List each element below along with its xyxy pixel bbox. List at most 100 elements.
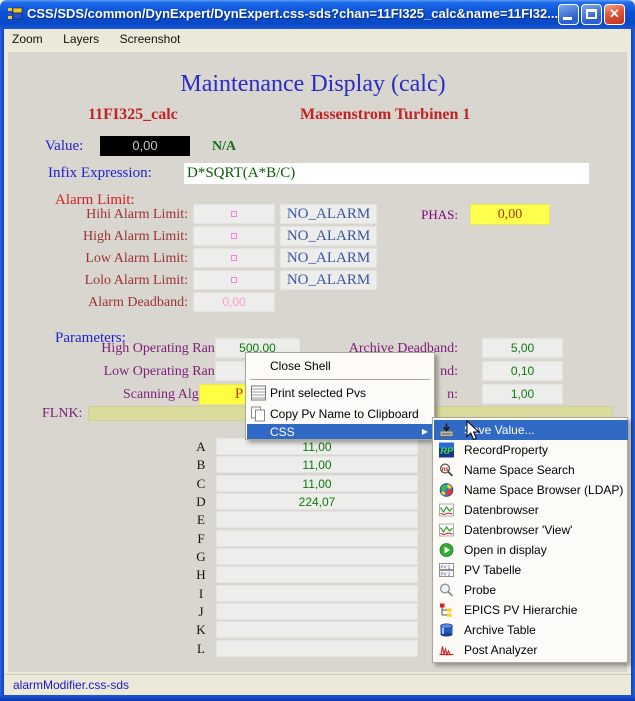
- ldap-globe-icon: [439, 483, 454, 497]
- printer-icon: [251, 385, 266, 400]
- title-bar[interactable]: CSS/SDS/common/DynExpert/DynExpert.css-s…: [0, 0, 635, 29]
- menu-separator: [250, 379, 430, 380]
- submenu-item-name-space-search[interactable]: ns Name Space Search: [434, 460, 628, 480]
- svg-text:RP: RP: [440, 446, 454, 457]
- window-title: CSS/SDS/common/DynExpert/DynExpert.css-s…: [27, 6, 559, 21]
- calc-input-c[interactable]: 11,00: [216, 475, 418, 492]
- hihi-alarm-input[interactable]: [193, 204, 275, 224]
- menu-item-copy-pv-name[interactable]: Copy Pv Name to Clipboard: [247, 403, 433, 424]
- submenu-item-archive-table[interactable]: Archive Table: [434, 620, 628, 640]
- row-key: B: [196, 457, 206, 472]
- low-alarm-input[interactable]: [193, 248, 275, 268]
- page-title: Maintenance Display (calc): [180, 71, 446, 97]
- epics-hierarchy-icon: [440, 603, 452, 617]
- submenu-item-name-space-browser-ldap[interactable]: Name Space Browser (LDAP): [434, 480, 628, 500]
- save-value-icon: [439, 423, 454, 437]
- value-label: Value:: [45, 138, 84, 154]
- menu-zoom[interactable]: Zoom: [4, 29, 51, 48]
- submenu-item-pv-tabelle[interactable]: PV 2 PV 2 PV Tabelle: [434, 560, 628, 580]
- menu-bar: Zoom Layers Screenshot: [4, 29, 631, 50]
- post-analyzer-icon: [439, 646, 454, 657]
- row-key: H: [196, 567, 206, 582]
- calc-input-h[interactable]: [216, 566, 418, 583]
- empty-value-icon: [231, 277, 237, 283]
- window-border-bottom: [0, 695, 635, 701]
- phas-input[interactable]: 0,00: [470, 204, 550, 225]
- alarm-deadband-input[interactable]: 0,00: [193, 292, 275, 312]
- calc-input-e[interactable]: [216, 511, 418, 528]
- high-alarm-label: High Alarm Limit:: [83, 229, 188, 244]
- mouse-cursor: [466, 420, 481, 441]
- row-key: C: [196, 476, 206, 491]
- flnk-label: FLNK:: [42, 406, 83, 421]
- context-menu: Close Shell Print selected Pvs Copy Pv N…: [245, 352, 435, 440]
- submenu-item-epics-pv-hierarchie[interactable]: EPICS PV Hierarchie: [434, 600, 628, 620]
- calc-input-f[interactable]: [216, 530, 418, 547]
- submenu-item-datenbrowser[interactable]: Datenbrowser: [434, 500, 628, 520]
- open-in-display-icon: [439, 543, 454, 557]
- row-key: J: [198, 604, 204, 619]
- infix-expression-label: Infix Expression:: [48, 165, 152, 181]
- row-key: G: [196, 549, 206, 564]
- row-key: F: [197, 531, 205, 546]
- row-key: E: [197, 512, 205, 527]
- low-operating-range-label: Low Operating Range: [103, 364, 228, 379]
- high-alarm-input[interactable]: [193, 226, 275, 246]
- datenbrowser-view-icon: [439, 523, 454, 537]
- lolo-alarm-label: Lolo Alarm Limit:: [84, 273, 188, 288]
- minimize-button[interactable]: [558, 4, 579, 25]
- lolo-alarm-input[interactable]: [193, 270, 275, 290]
- infix-expression-input[interactable]: D*SQRT(A*B/C): [184, 163, 589, 184]
- deadband-input[interactable]: 0,10: [482, 361, 563, 381]
- calc-input-d[interactable]: 224,07: [216, 493, 418, 510]
- calc-input-b[interactable]: 11,00: [216, 456, 418, 473]
- archive-deadband-input[interactable]: 5,00: [482, 338, 563, 358]
- menu-item-css[interactable]: CSS ▶: [247, 424, 433, 439]
- datenbrowser-icon: [439, 503, 454, 517]
- value-display: 0,00: [100, 136, 190, 156]
- row-key: L: [197, 641, 205, 656]
- close-button[interactable]: ✕: [604, 4, 625, 25]
- empty-value-icon: [231, 255, 237, 261]
- calc-input-i[interactable]: [216, 585, 418, 602]
- row-key: K: [196, 622, 206, 637]
- record-property-icon: RP: [439, 442, 454, 458]
- status-text: alarmModifier.css-sds: [13, 678, 130, 692]
- svg-text:PV 2: PV 2: [441, 571, 451, 576]
- menu-screenshot[interactable]: Screenshot: [112, 29, 189, 48]
- phas-label: PHAS:: [421, 207, 458, 222]
- name-space-search-icon: ns: [440, 463, 454, 477]
- css-submenu: Save Value... RP RecordProperty ns Name …: [432, 417, 628, 663]
- submenu-item-save-value[interactable]: Save Value...: [434, 420, 628, 440]
- row-key: I: [198, 586, 204, 601]
- submenu-item-open-in-display[interactable]: Open in display: [434, 540, 628, 560]
- maximize-button[interactable]: [581, 4, 602, 25]
- submenu-item-probe[interactable]: Probe: [434, 580, 628, 600]
- value-status: N/A: [212, 139, 237, 154]
- row-key: A: [196, 439, 206, 454]
- calc-input-l[interactable]: [216, 640, 418, 657]
- calc-input-a[interactable]: 11,00: [216, 438, 418, 455]
- hihi-alarm-label: Hihi Alarm Limit:: [86, 207, 188, 222]
- hihi-alarm-status: NO_ALARM: [280, 204, 377, 224]
- calc-input-j[interactable]: [216, 603, 418, 620]
- submenu-item-record-property[interactable]: RP RecordProperty: [434, 440, 628, 460]
- calc-input-g[interactable]: [216, 548, 418, 565]
- menu-item-close-shell[interactable]: Close Shell: [247, 355, 433, 377]
- precision-input[interactable]: 1,00: [482, 384, 563, 404]
- empty-value-icon: [231, 211, 237, 217]
- row-key: D: [196, 494, 206, 509]
- menu-item-print-selected-pvs[interactable]: Print selected Pvs: [247, 382, 433, 403]
- submenu-arrow-icon: ▶: [421, 427, 428, 436]
- high-alarm-status: NO_ALARM: [280, 226, 377, 246]
- low-alarm-label: Low Alarm Limit:: [85, 251, 188, 266]
- alarm-deadband-label: Alarm Deadband:: [88, 295, 188, 310]
- submenu-item-datenbrowser-view[interactable]: Datenbrowser 'View': [434, 520, 628, 540]
- pv-description: Massenstrom Turbinen 1: [300, 106, 471, 123]
- app-window: CSS/SDS/common/DynExpert/DynExpert.css-s…: [0, 0, 635, 701]
- menu-layers[interactable]: Layers: [55, 29, 107, 48]
- pv-tabelle-icon: PV 2 PV 2: [439, 563, 454, 577]
- calc-input-k[interactable]: [216, 621, 418, 638]
- submenu-item-post-analyzer[interactable]: Post Analyzer: [434, 640, 628, 660]
- copy-icon: [251, 406, 266, 421]
